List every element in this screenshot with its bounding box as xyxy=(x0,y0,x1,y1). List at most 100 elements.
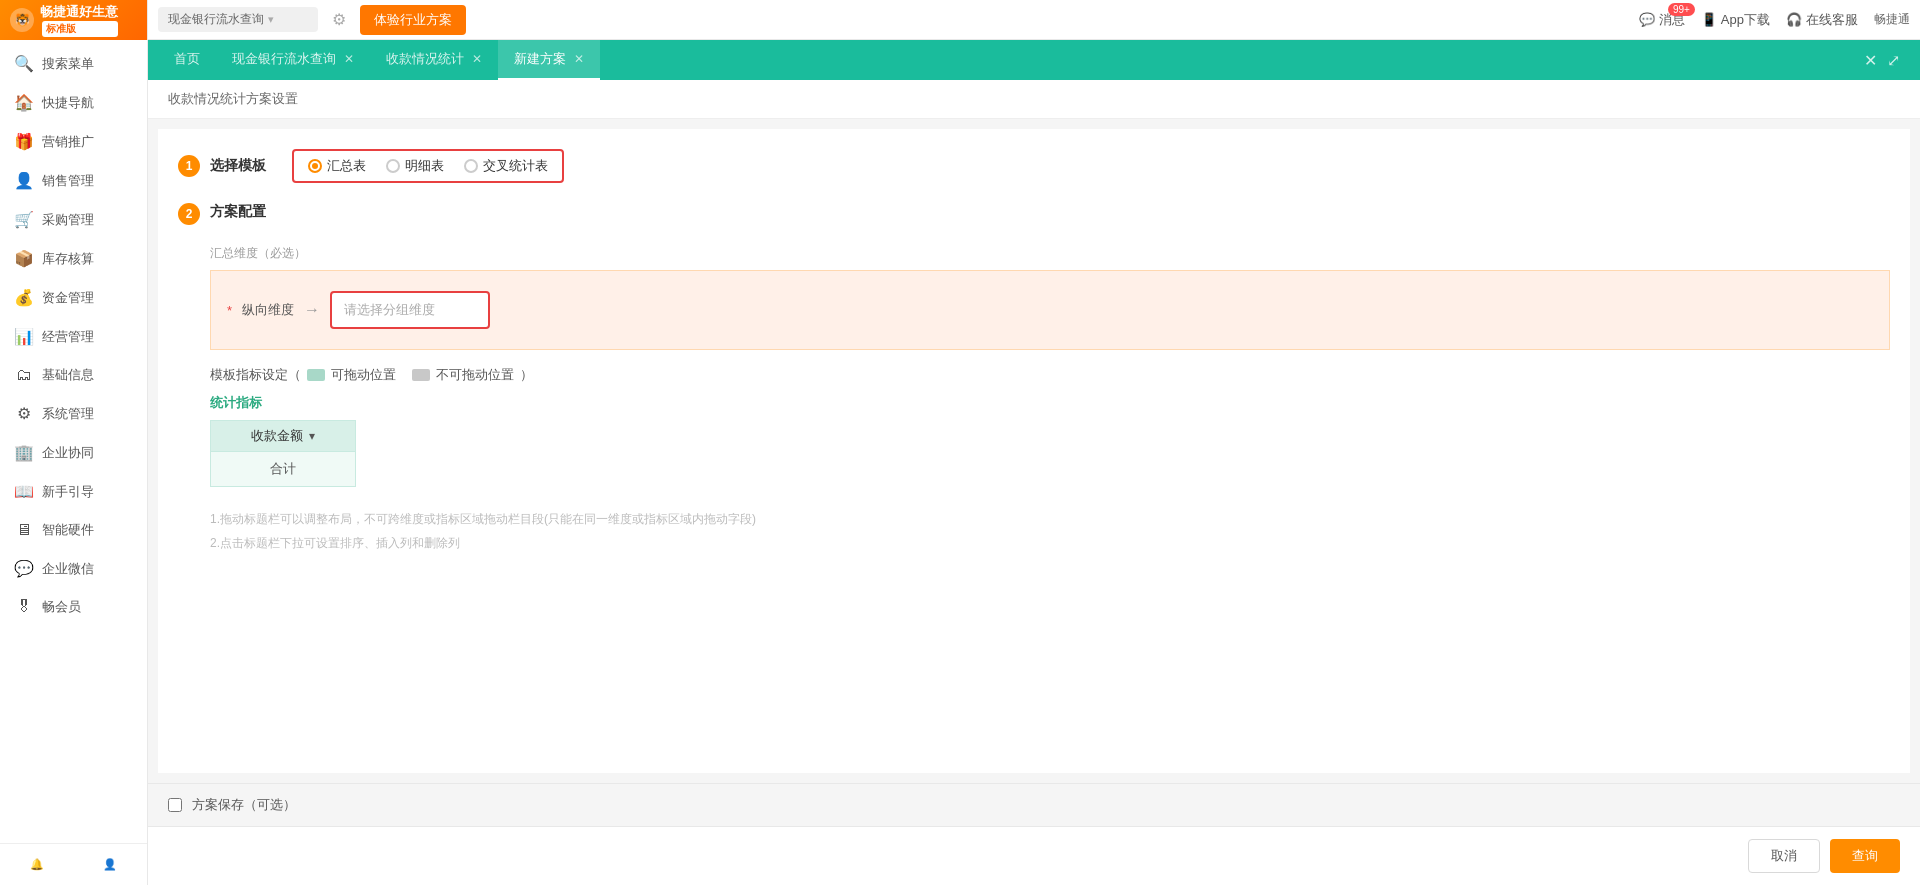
sidebar-item-sales[interactable]: 👤 销售管理 xyxy=(0,161,147,200)
cancel-button[interactable]: 取消 xyxy=(1748,839,1820,873)
radio-dot-cross xyxy=(464,159,478,173)
dimension-grid: * 纵向维度 → 请选择分组维度 xyxy=(210,270,1890,350)
tab-cash-bank[interactable]: 现金银行流水查询 ✕ xyxy=(216,40,370,80)
home-icon: 🏠 xyxy=(14,93,34,112)
sidebar-item-system[interactable]: ⚙ 系统管理 xyxy=(0,394,147,433)
indicator-label-start: 模板指标设定（ xyxy=(210,366,301,384)
nondraggable-legend-color xyxy=(412,369,430,381)
stats-indicator-label: 统计指标 xyxy=(210,394,1890,412)
chart-icon: 📊 xyxy=(14,327,34,346)
sidebar-item-inventory[interactable]: 📦 库存核算 xyxy=(0,239,147,278)
customer-service-btn[interactable]: 🎧 在线客服 xyxy=(1786,11,1858,29)
save-checkbox[interactable] xyxy=(168,798,182,812)
sidebar-footer: 🔔 👤 xyxy=(0,843,147,885)
sidebar-item-member[interactable]: 🎖 畅会员 xyxy=(0,588,147,626)
indicator-label-end: ） xyxy=(520,366,533,384)
dimension-select[interactable]: 请选择分组维度 xyxy=(330,291,490,329)
money-icon: 💰 xyxy=(14,288,34,307)
draggable-legend-color xyxy=(307,369,325,381)
bell-icon: 💬 xyxy=(1639,12,1655,27)
user-name[interactable]: 畅捷通 xyxy=(1874,11,1910,28)
dimension-section: 汇总维度（必选） * 纵向维度 → 请选择分组维度 xyxy=(210,245,1890,350)
sidebar-item-guide[interactable]: 📖 新手引导 xyxy=(0,472,147,511)
indicator-section: 模板指标设定（ 可拖动位置 不可拖动位置 ） 统计指标 收款金额 ▾ xyxy=(210,366,1890,487)
cart-icon: 🛒 xyxy=(14,210,34,229)
sidebar-item-finance[interactable]: 💰 资金管理 xyxy=(0,278,147,317)
radio-summary[interactable]: 汇总表 xyxy=(308,157,366,175)
tab-home[interactable]: 首页 xyxy=(158,40,216,80)
building-icon: 🏢 xyxy=(14,443,34,462)
folder-icon: 🗂 xyxy=(14,366,34,384)
close-window-btn[interactable]: ✕ xyxy=(1864,51,1877,70)
arrow-icon: → xyxy=(304,301,320,319)
nondraggable-legend-label: 不可拖动位置 xyxy=(436,366,514,384)
sidebar-header: 🐯 畅捷通好生意 标准版 xyxy=(0,0,147,40)
monitor-icon: 🖥 xyxy=(14,521,34,539)
indicator-table: 收款金额 ▾ 合计 xyxy=(210,420,356,487)
sidebar-footer-btn-1[interactable]: 🔔 xyxy=(0,852,74,877)
footer-buttons: 取消 查询 xyxy=(148,826,1920,885)
radio-detail[interactable]: 明细表 xyxy=(386,157,444,175)
settings-icon: ⚙ xyxy=(14,404,34,423)
sidebar-footer-btn-2[interactable]: 👤 xyxy=(74,852,148,877)
sidebar-item-operations[interactable]: 📊 经营管理 xyxy=(0,317,147,356)
topbar: 现金银行流水查询 ▾ ⚙ 体验行业方案 💬 消息 99+ 📱 App下载 🎧 在… xyxy=(148,0,1920,40)
required-mark: * xyxy=(227,303,232,318)
sidebar-item-marketing[interactable]: 🎁 营销推广 xyxy=(0,122,147,161)
breadcrumb: 现金银行流水查询 ▾ xyxy=(158,7,318,32)
medal-icon: 🎖 xyxy=(14,598,34,616)
sidebar-item-wechat[interactable]: 💬 企业微信 xyxy=(0,549,147,588)
template-radio-group: 汇总表 明细表 交叉统计表 xyxy=(292,149,564,183)
page-header: 收款情况统计方案设置 xyxy=(148,80,1920,119)
headset-icon: 🎧 xyxy=(1786,12,1802,27)
chevron-down-icon: ▾ xyxy=(309,429,315,443)
tab-collection-stat[interactable]: 收款情况统计 ✕ xyxy=(370,40,498,80)
sidebar-item-enterprise[interactable]: 🏢 企业协同 xyxy=(0,433,147,472)
search-menu-icon: 🔍 xyxy=(14,54,34,73)
step1-label: 选择模板 xyxy=(210,157,266,175)
indicator-header[interactable]: 收款金额 ▾ xyxy=(211,421,355,452)
tab-new-plan[interactable]: 新建方案 ✕ xyxy=(498,40,600,80)
breadcrumb-dropdown[interactable]: ▾ xyxy=(268,13,274,26)
book-icon: 📖 xyxy=(14,482,34,501)
user-icon: 👤 xyxy=(14,171,34,190)
radio-dot-detail xyxy=(386,159,400,173)
sidebar-nav: 🔍 搜索菜单 🏠 快捷导航 🎁 营销推广 👤 销售管理 🛒 采购管理 📦 库存核… xyxy=(0,40,147,843)
sidebar-item-basic-info[interactable]: 🗂 基础信息 xyxy=(0,356,147,394)
sidebar: 🐯 畅捷通好生意 标准版 🔍 搜索菜单 🏠 快捷导航 🎁 营销推广 👤 销售管理… xyxy=(0,0,148,885)
main-area: 现金银行流水查询 ▾ ⚙ 体验行业方案 💬 消息 99+ 📱 App下载 🎧 在… xyxy=(148,0,1920,885)
topbar-actions: 💬 消息 99+ 📱 App下载 🎧 在线客服 畅捷通 xyxy=(1639,11,1910,29)
sidebar-item-search-menu[interactable]: 🔍 搜索菜单 xyxy=(0,44,147,83)
sidebar-item-quick-nav[interactable]: 🏠 快捷导航 xyxy=(0,83,147,122)
sidebar-item-hardware[interactable]: 🖥 智能硬件 xyxy=(0,511,147,549)
content-area: 收款情况统计方案设置 1 选择模板 汇总表 明细表 xyxy=(148,80,1920,885)
notification-btn[interactable]: 💬 消息 99+ xyxy=(1639,11,1685,29)
maximize-window-btn[interactable]: ⤢ xyxy=(1887,51,1900,70)
query-button[interactable]: 查询 xyxy=(1830,839,1900,873)
draggable-legend-label: 可拖动位置 xyxy=(331,366,396,384)
gear-icon[interactable]: ⚙ xyxy=(328,6,350,33)
chat-icon: 💬 xyxy=(14,559,34,578)
box-icon: 📦 xyxy=(14,249,34,268)
step2-label: 方案配置 xyxy=(210,203,266,221)
tab-new-plan-close[interactable]: ✕ xyxy=(574,52,584,66)
tab-collection-stat-close[interactable]: ✕ xyxy=(472,52,482,66)
step1-row: 1 选择模板 汇总表 明细表 交叉统计表 xyxy=(178,149,1890,183)
step1-badge: 1 xyxy=(178,155,200,177)
industry-btn[interactable]: 体验行业方案 xyxy=(360,5,466,35)
gift-icon: 🎁 xyxy=(14,132,34,151)
indicator-total-row: 合计 xyxy=(211,452,355,486)
vertical-dim-label: 纵向维度 xyxy=(242,301,294,319)
radio-cross[interactable]: 交叉统计表 xyxy=(464,157,548,175)
tabs-bar: 首页 现金银行流水查询 ✕ 收款情况统计 ✕ 新建方案 ✕ ✕ ⤢ xyxy=(148,40,1920,80)
sidebar-item-purchase[interactable]: 🛒 采购管理 xyxy=(0,200,147,239)
logo-icon: 🐯 xyxy=(10,8,34,32)
download-icon: 📱 xyxy=(1701,12,1717,27)
tab-cash-bank-close[interactable]: ✕ xyxy=(344,52,354,66)
window-controls: ✕ ⤢ xyxy=(1864,40,1910,80)
tip-line-1: 1.拖动标题栏可以调整布局，不可跨维度或指标区域拖动栏目段(只能在同一维度或指标… xyxy=(210,507,1890,531)
radio-dot-summary xyxy=(308,159,322,173)
save-label: 方案保存（可选） xyxy=(192,796,296,814)
download-btn[interactable]: 📱 App下载 xyxy=(1701,11,1770,29)
tips-section: 1.拖动标题栏可以调整布局，不可跨维度或指标区域拖动栏目段(只能在同一维度或指标… xyxy=(210,507,1890,555)
